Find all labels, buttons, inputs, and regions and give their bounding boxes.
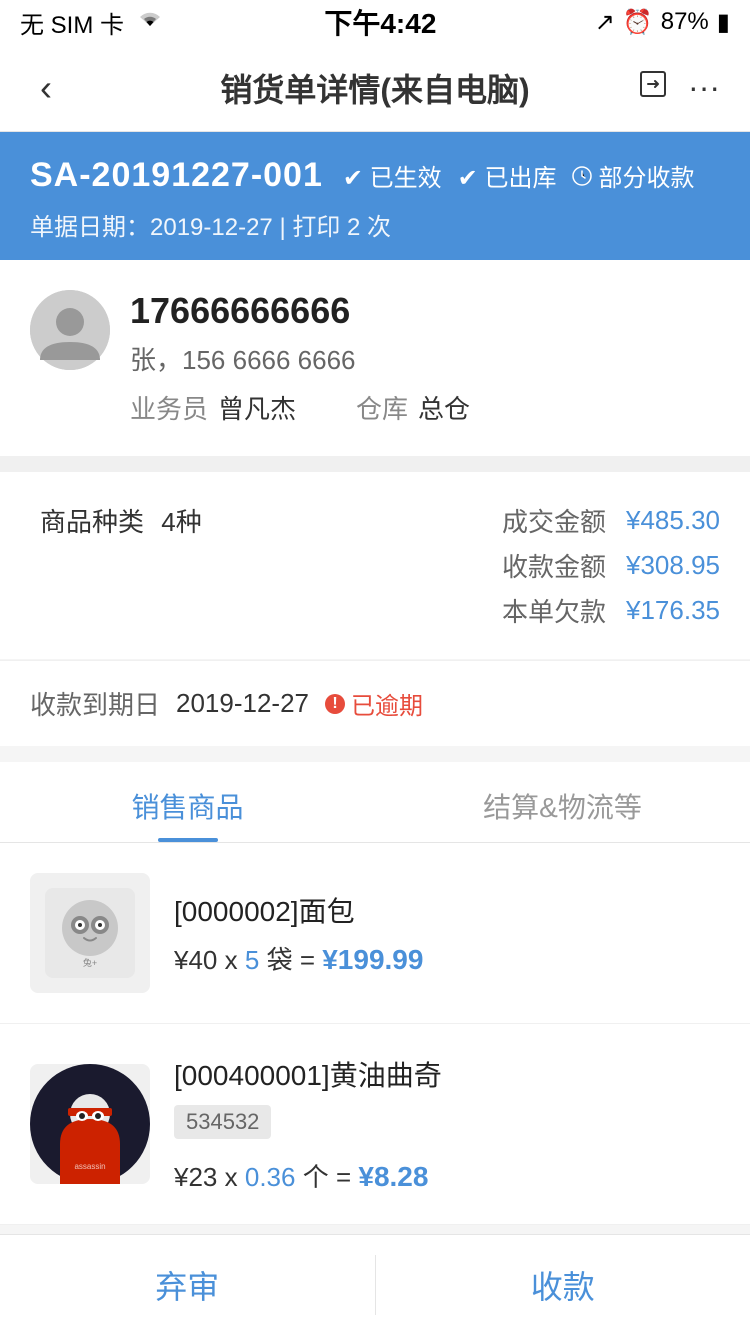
- tab-products[interactable]: 销售商品: [0, 762, 375, 842]
- alarm-icon: ⏰: [623, 8, 653, 37]
- page-title: 销货单详情(来自电脑): [220, 65, 529, 111]
- product-name-2: [000400001]黄油曲奇: [174, 1054, 720, 1094]
- product-thumbnail-1: 兔+: [30, 873, 150, 993]
- product-list: 兔+ [0000002]面包 ¥40 x 5 袋 = ¥199.99: [0, 843, 750, 1225]
- order-header: SA-20191227-001 ✔ 已生效 ✔ 已出库 部分收款 单据日期：20…: [0, 132, 750, 260]
- product-total-2: ¥8.28: [358, 1161, 428, 1192]
- order-meta: 单据日期：2019-12-27 | 打印 2 次: [30, 207, 720, 242]
- nav-actions: ···: [638, 69, 720, 107]
- more-icon[interactable]: ···: [688, 69, 720, 106]
- divider-1: [0, 456, 750, 472]
- badge-shipped: ✔ 已出库: [458, 158, 557, 193]
- customer-details: 业务员 曾凡杰 仓库 总仓: [130, 389, 720, 426]
- sim-status: 无 SIM 卡: [20, 5, 124, 40]
- bottom-bar: 弃审 收款: [0, 1234, 750, 1334]
- received-amount-row: 收款金额 ¥308.95: [502, 547, 720, 584]
- customer-phone-number: 17666666666: [130, 290, 720, 332]
- back-button[interactable]: ‹: [30, 57, 62, 119]
- deal-amount-row: 成交金额 ¥485.30: [502, 502, 720, 539]
- cancel-button[interactable]: 弃审: [0, 1235, 375, 1334]
- location-icon: ↗: [595, 8, 615, 37]
- due-date-label: 收款到期日: [30, 685, 160, 722]
- product-sku-2: 534532: [174, 1105, 271, 1139]
- battery-icon: ▮: [717, 8, 730, 37]
- salesperson-label: 业务员: [130, 389, 208, 426]
- owed-amount-row: 本单欠款 ¥176.35: [502, 592, 720, 629]
- customer-section: 17666666666 张，156 6666 6666 业务员 曾凡杰 仓库 总…: [0, 260, 750, 456]
- warehouse-label: 仓库: [356, 389, 408, 426]
- amounts-block: 成交金额 ¥485.30 收款金额 ¥308.95 本单欠款 ¥176.35: [502, 502, 720, 629]
- list-item: 兔+ [0000002]面包 ¥40 x 5 袋 = ¥199.99: [0, 843, 750, 1024]
- salesperson-value: 曾凡杰: [218, 389, 296, 426]
- owed-amount-value: ¥176.35: [626, 595, 720, 626]
- customer-info: 17666666666 张，156 6666 6666 业务员 曾凡杰 仓库 总…: [130, 290, 720, 426]
- battery-level: 87%: [661, 8, 709, 36]
- due-date-section: 收款到期日 2019-12-27 ! 已逾期: [0, 660, 750, 746]
- customer-name-phone: 张，156 6666 6666: [130, 340, 720, 377]
- overdue-text: 已逾期: [351, 686, 423, 721]
- status-bar: 无 SIM 卡 下午4:42 ↗ ⏰ 87% ▮: [0, 0, 750, 44]
- overdue-icon: !: [325, 694, 345, 714]
- financials-section: 商品种类 4种 成交金额 ¥485.30 收款金额 ¥308.95 本单欠款 ¥…: [0, 472, 750, 659]
- product-price-row-2: ¥23 x 0.36 个 = ¥8.28: [174, 1157, 720, 1194]
- status-left: 无 SIM 卡: [20, 5, 166, 40]
- product-total-1: ¥199.99: [322, 944, 423, 975]
- warehouse-detail: 仓库 总仓: [356, 389, 470, 426]
- received-amount-label: 收款金额: [502, 547, 606, 584]
- product-info-1: [0000002]面包 ¥40 x 5 袋 = ¥199.99: [174, 890, 720, 977]
- status-badges: ✔ 已生效 ✔ 已出库 部分收款: [343, 158, 695, 193]
- tab-settlement[interactable]: 结算&物流等: [375, 762, 750, 842]
- overdue-badge: ! 已逾期: [325, 686, 423, 721]
- status-time: 下午4:42: [324, 2, 436, 42]
- badge-effective: ✔ 已生效: [343, 158, 442, 193]
- salesperson-detail: 业务员 曾凡杰: [130, 389, 296, 426]
- product-info-2: [000400001]黄油曲奇 534532 ¥23 x 0.36 个 = ¥8…: [174, 1054, 720, 1194]
- product-image-2: assassin: [30, 1064, 150, 1184]
- tabs-section: 销售商品 结算&物流等: [0, 762, 750, 843]
- received-amount-value: ¥308.95: [626, 550, 720, 581]
- avatar-icon: [30, 290, 110, 370]
- nav-bar: ‹ 销货单详情(来自电脑) ···: [0, 44, 750, 132]
- product-price-row-1: ¥40 x 5 袋 = ¥199.99: [174, 940, 720, 977]
- product-image-1: 兔+: [45, 888, 135, 978]
- product-types: 商品种类 4种: [30, 502, 202, 539]
- list-item: assassin [000400001]黄油曲奇 534532 ¥23 x 0.…: [0, 1024, 750, 1225]
- svg-text:assassin: assassin: [74, 1162, 105, 1171]
- product-qty-1: 5: [245, 945, 259, 975]
- product-thumbnail-2: assassin: [30, 1064, 150, 1184]
- product-name-1: [0000002]面包: [174, 890, 720, 930]
- owed-amount-label: 本单欠款: [502, 592, 606, 629]
- deal-amount-label: 成交金额: [502, 502, 606, 539]
- svg-text:兔+: 兔+: [83, 957, 97, 968]
- share-icon[interactable]: [638, 69, 668, 107]
- status-right: ↗ ⏰ 87% ▮: [595, 8, 730, 37]
- customer-avatar: [30, 290, 110, 370]
- warehouse-value: 总仓: [418, 389, 470, 426]
- product-qty-2: 0.36: [245, 1162, 296, 1192]
- confirm-button[interactable]: 收款: [376, 1235, 750, 1334]
- order-id: SA-20191227-001: [30, 156, 323, 195]
- badge-partial-payment: 部分收款: [572, 158, 694, 193]
- wifi-icon: [134, 8, 166, 37]
- due-date-value: 2019-12-27: [176, 688, 309, 719]
- deal-amount-value: ¥485.30: [626, 505, 720, 536]
